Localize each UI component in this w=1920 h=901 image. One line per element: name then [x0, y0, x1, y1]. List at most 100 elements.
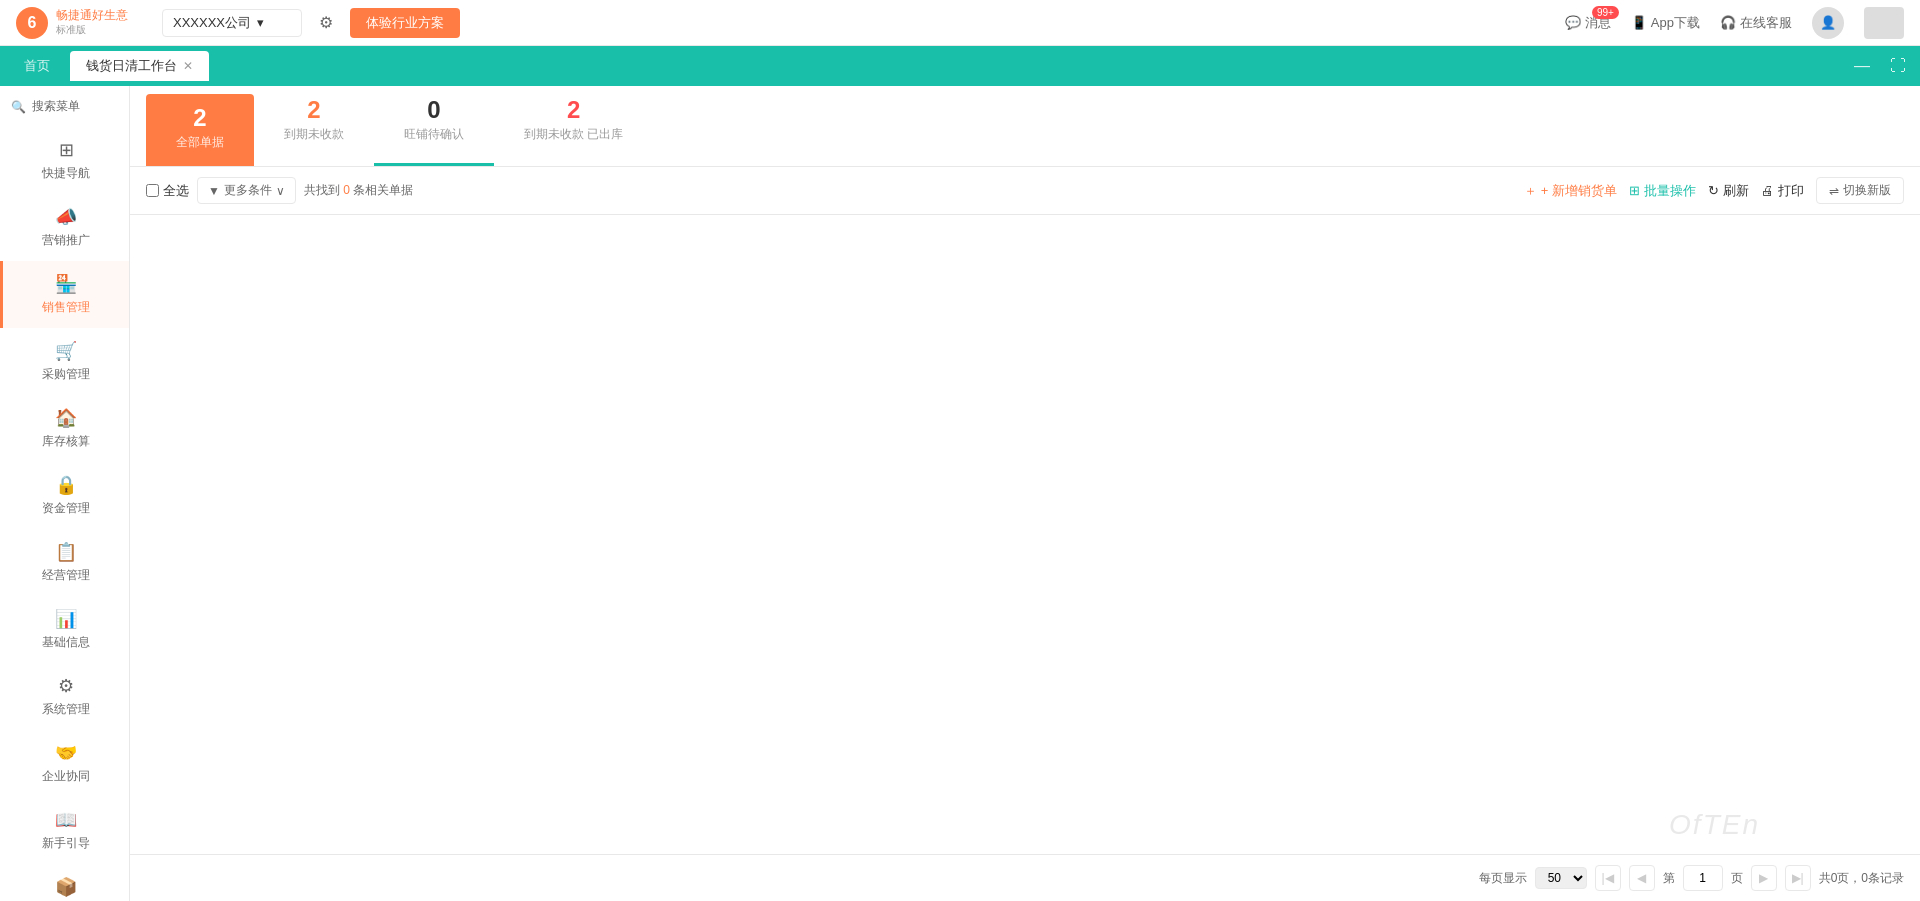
stats-wangpu-number: 0	[427, 98, 440, 122]
sidebar-item-label: 基础信息	[42, 634, 90, 651]
company-name: XXXXXX公司	[173, 14, 251, 32]
stats-tabs: 2 全部单据 2 到期未收款 0 旺铺待确认 2 到期未收款 已出库	[130, 86, 1920, 167]
user-icon: 👤	[1820, 15, 1836, 30]
sidebar-item-label: 经营管理	[42, 567, 90, 584]
page-size-label: 每页显示	[1479, 870, 1527, 887]
tab-workbench[interactable]: 钱货日清工作台 ✕	[70, 51, 209, 81]
settings-icon[interactable]: ⚙	[310, 7, 342, 39]
tab-close-icon[interactable]: ✕	[183, 59, 193, 73]
tab-home[interactable]: 首页	[8, 51, 66, 81]
tab-workbench-label: 钱货日清工作台	[86, 57, 177, 75]
chevron-down-icon: ▾	[257, 15, 264, 30]
clipboard-icon: 📋	[55, 541, 77, 563]
sidebar-item-app-center[interactable]: 📦 应用中心	[0, 864, 129, 901]
window-minimize-icon[interactable]: —	[1848, 55, 1876, 77]
stats-all-label: 全部单据	[176, 134, 224, 151]
search-menu-label: 搜索菜单	[32, 98, 80, 115]
online-service-btn[interactable]: 🎧 在线客服	[1720, 14, 1792, 32]
print-button[interactable]: 🖨 打印	[1761, 182, 1804, 200]
sidebar-item-inventory[interactable]: 🏠 库存核算	[0, 395, 129, 462]
message-icon: 💬	[1565, 15, 1581, 30]
sidebar-item-guide[interactable]: 📖 新手引导	[0, 797, 129, 864]
sidebar-item-label: 营销推广	[42, 232, 90, 249]
sidebar-item-finance[interactable]: 🔒 资金管理	[0, 462, 129, 529]
table-icon: 📊	[55, 608, 77, 630]
top-header: 6 畅捷通好生意 标准版 XXXXXX公司 ▾ ⚙ 体验行业方案 💬 消息 99…	[0, 0, 1920, 46]
select-all-label: 全选	[163, 182, 189, 200]
box-icon: 📦	[55, 876, 77, 898]
sidebar-item-label: 资金管理	[42, 500, 90, 517]
header-right: 💬 消息 99+ 📱 App下载 🎧 在线客服 👤	[1565, 7, 1904, 39]
app-download-icon: 📱	[1631, 15, 1647, 30]
trial-button[interactable]: 体验行业方案	[350, 8, 460, 38]
stats-overdue-label: 到期未收款	[284, 126, 344, 143]
message-btn[interactable]: 💬 消息 99+	[1565, 14, 1611, 32]
page-suffix: 页	[1731, 870, 1743, 887]
app-download-btn[interactable]: 📱 App下载	[1631, 14, 1700, 32]
filter-button[interactable]: ▼ 更多条件 ∨	[197, 177, 296, 204]
tab-home-label: 首页	[24, 57, 50, 75]
sidebar-item-enterprise[interactable]: 🤝 企业协同	[0, 730, 129, 797]
nav-tabs: 首页 钱货日清工作台 ✕ — ⛶	[0, 46, 1920, 86]
next-page-button[interactable]: ▶	[1751, 865, 1777, 891]
sidebar-item-basic-info[interactable]: 📊 基础信息	[0, 596, 129, 663]
megaphone-icon: 📣	[55, 206, 77, 228]
sidebar-search[interactable]: 🔍 搜索菜单	[0, 86, 129, 127]
chevron-down-icon: ∨	[276, 184, 285, 198]
online-service-label: 在线客服	[1740, 14, 1792, 32]
page-size-select[interactable]: 50	[1535, 867, 1587, 889]
stats-overdue-number: 2	[307, 98, 320, 122]
sidebar-item-purchase[interactable]: 🛒 采购管理	[0, 328, 129, 395]
nav-tab-actions: — ⛶	[1848, 55, 1912, 77]
cart-icon: 🛒	[55, 340, 77, 362]
sidebar-item-marketing[interactable]: 📣 营销推广	[0, 194, 129, 261]
message-badge: 99+	[1592, 6, 1619, 19]
logo-icon: 6	[16, 7, 48, 39]
sidebar-item-quick-nav[interactable]: ⊞ 快捷导航	[0, 127, 129, 194]
main-content: 2 全部单据 2 到期未收款 0 旺铺待确认 2 到期未收款 已出库 全选	[130, 86, 1920, 901]
sidebar-item-system[interactable]: ⚙ 系统管理	[0, 663, 129, 730]
window-expand-icon[interactable]: ⛶	[1884, 55, 1912, 77]
refresh-button[interactable]: ↻ 刷新	[1708, 182, 1749, 200]
sidebar-item-label: 库存核算	[42, 433, 90, 450]
logo-text: 畅捷通好生意 标准版	[56, 8, 128, 38]
toolbar-right: ＋ + 新增销货单 ⊞ 批量操作 ↻ 刷新 🖨 打印 ⇌ 切换新版	[1524, 177, 1904, 204]
print-icon: 🖨	[1761, 183, 1774, 198]
gear-icon: ⚙	[58, 675, 74, 697]
sidebar-item-sales[interactable]: 🏪 销售管理	[0, 261, 129, 328]
batch-icon: ⊞	[1629, 183, 1640, 198]
stats-tab-wangpu[interactable]: 0 旺铺待确认	[374, 86, 494, 166]
grid-icon: ⊞	[59, 139, 74, 161]
sidebar-item-label: 企业协同	[42, 768, 90, 785]
book-icon: 📖	[55, 809, 77, 831]
sidebar-item-label: 采购管理	[42, 366, 90, 383]
batch-operations-button[interactable]: ⊞ 批量操作	[1629, 182, 1696, 200]
switch-icon: ⇌	[1829, 184, 1839, 198]
select-all-area: 全选	[146, 182, 189, 200]
total-pages-info: 共0页，0条记录	[1819, 870, 1904, 887]
avatar[interactable]: 👤	[1812, 7, 1844, 39]
first-page-button[interactable]: |◀	[1595, 865, 1621, 891]
stats-tab-overdue[interactable]: 2 到期未收款	[254, 86, 374, 166]
stats-tab-overdue-shipped[interactable]: 2 到期未收款 已出库	[494, 86, 653, 166]
current-page-input[interactable]	[1683, 865, 1723, 891]
user-extra	[1864, 7, 1904, 39]
sidebar-item-label: 快捷导航	[42, 165, 90, 182]
toolbar: 全选 ▼ 更多条件 ∨ 共找到 0 条相关单据 ＋ + 新增销货单 ⊞ 批量操作	[130, 167, 1920, 215]
search-icon: 🔍	[11, 100, 26, 114]
last-page-button[interactable]: ▶|	[1785, 865, 1811, 891]
add-sales-order-button[interactable]: ＋ + 新增销货单	[1524, 182, 1617, 200]
sidebar-item-operations[interactable]: 📋 经营管理	[0, 529, 129, 596]
store-icon: 🏪	[55, 273, 77, 295]
stats-overdue-shipped-number: 2	[567, 98, 580, 122]
headset-icon: 🎧	[1720, 15, 1736, 30]
switch-version-button[interactable]: ⇌ 切换新版	[1816, 177, 1904, 204]
select-all-checkbox[interactable]	[146, 184, 159, 197]
company-selector[interactable]: XXXXXX公司 ▾	[162, 9, 302, 37]
prev-page-button[interactable]: ◀	[1629, 865, 1655, 891]
page-label: 第	[1663, 870, 1675, 887]
stats-tab-all[interactable]: 2 全部单据	[146, 94, 254, 166]
total-count: 0	[343, 183, 350, 197]
lock-icon: 🔒	[55, 474, 77, 496]
total-text: 共找到 0 条相关单据	[304, 182, 413, 199]
